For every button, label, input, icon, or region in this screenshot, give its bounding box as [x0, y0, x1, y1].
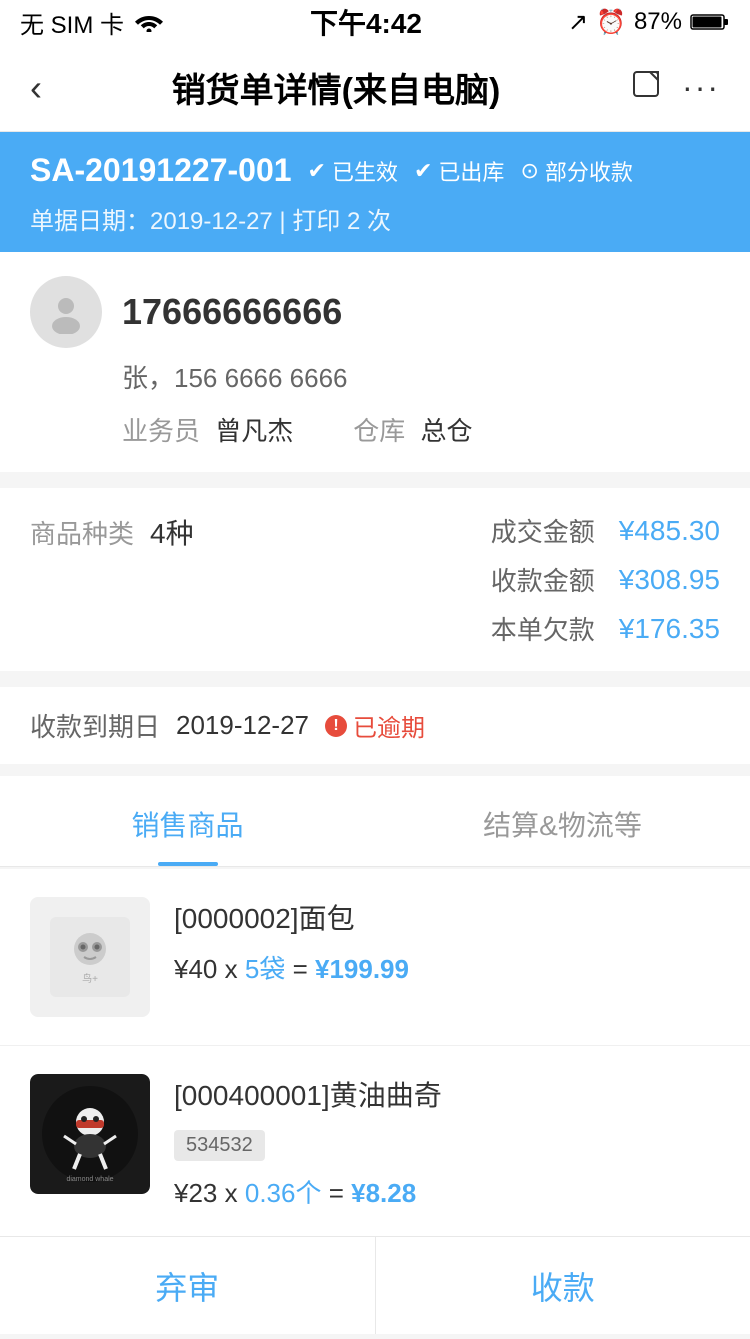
nav-bar: ‹ 销货单详情(来自电脑) ···: [0, 44, 750, 132]
header-date: 单据日期：2019-12-27 | 打印 2 次: [30, 201, 720, 236]
product-price-1: ¥40 x 5袋 = ¥199.99: [174, 949, 720, 986]
tab-settlement[interactable]: 结算&物流等: [375, 776, 750, 866]
nav-right: ···: [630, 68, 720, 108]
nav-left: ‹: [30, 67, 42, 109]
overdue-badge: ! 已逾期: [325, 708, 425, 743]
confirm-button[interactable]: 收款: [376, 1237, 750, 1334]
status-bar: 无 SIM 卡 下午4:42 ↗ ⏰ 87%: [0, 0, 750, 44]
overdue-dot-icon: !: [325, 715, 347, 737]
confirm-label: 收款: [531, 1263, 595, 1309]
due-label: 收款到期日: [30, 707, 160, 744]
order-id: SA-20191227-001: [30, 152, 292, 189]
overdue-text: 已逾期: [353, 708, 425, 743]
customer-section: 17666666666 张，156 6666 6666 业务员 曾凡杰 仓库 总…: [0, 252, 750, 472]
cancel-button[interactable]: 弃审: [0, 1237, 376, 1334]
product-image-1: 鸟+: [30, 897, 150, 1017]
customer-id: 17666666666: [122, 291, 342, 333]
wifi-icon: [134, 12, 164, 32]
debt-value: ¥176.35: [619, 613, 720, 645]
svg-text:鸟+: 鸟+: [82, 972, 98, 985]
tab-sales-products-label: 销售商品: [131, 810, 243, 841]
bottom-bar: 弃审 收款: [0, 1236, 750, 1334]
category-label: 商品种类: [30, 514, 134, 551]
product-multiply-icon: x: [225, 954, 245, 984]
tabs: 销售商品 结算&物流等: [0, 776, 750, 867]
salesperson-field: 业务员 曾凡杰: [122, 411, 293, 448]
nav-title: 销货单详情(来自电脑): [172, 63, 501, 112]
category-count: 4种: [150, 512, 194, 552]
customer-name: 张，156 6666 6666: [122, 358, 720, 395]
badge-shipped-label: 已出库: [438, 155, 504, 187]
summary-section: 商品种类 4种 成交金额 ¥485.30 收款金额 ¥308.95 本单欠款 ¥…: [0, 488, 750, 671]
receipt-value: ¥308.95: [619, 564, 720, 596]
badge-partial: ⊙ 部分收款: [520, 155, 632, 187]
warehouse-value: 总仓: [421, 416, 473, 446]
product-equals-2: =: [329, 1178, 351, 1208]
tab-sales-products[interactable]: 销售商品: [0, 776, 375, 866]
warehouse-label: 仓库: [353, 416, 405, 446]
badge-partial-label: 部分收款: [545, 155, 633, 187]
summary-left: 商品种类 4种: [30, 512, 194, 552]
salesperson-value: 曾凡杰: [215, 416, 293, 446]
product-tag-2: 534532: [174, 1130, 265, 1161]
product-item-2: diamond whale [000400001]黄油曲奇 534532 ¥23…: [0, 1046, 750, 1239]
debt-label: 本单欠款: [491, 610, 595, 647]
product-unit-price-1: ¥40: [174, 954, 217, 984]
alarm-icon: ⏰: [596, 8, 626, 37]
product-image-2: diamond whale: [30, 1074, 150, 1194]
badge-effective-label: 已生效: [332, 155, 398, 187]
product-info-2: [000400001]黄油曲奇 534532 ¥23 x 0.36个 = ¥8.…: [174, 1074, 720, 1210]
signal-text: 无 SIM 卡: [20, 5, 124, 40]
product-name-2: [000400001]黄油曲奇: [174, 1074, 720, 1114]
deal-value: ¥485.30: [619, 515, 720, 547]
badge-effective: ✔ 已生效: [308, 155, 398, 187]
product-qty-1: 5袋: [245, 954, 285, 984]
salesperson-label: 业务员: [122, 416, 200, 446]
deal-label: 成交金额: [491, 512, 595, 549]
tab-section: 销售商品 结算&物流等 鸟+: [0, 768, 750, 1239]
due-date: 2019-12-27: [176, 710, 309, 741]
avatar: [30, 276, 102, 348]
deal-row: 成交金额 ¥485.30: [491, 512, 720, 549]
receipt-label: 收款金额: [491, 561, 595, 598]
status-right: ↗ ⏰ 87%: [568, 8, 730, 37]
battery-text: 87%: [634, 8, 682, 36]
due-section: 收款到期日 2019-12-27 ! 已逾期: [0, 687, 750, 764]
product-total-1: ¥199.99: [315, 954, 409, 984]
receipt-row: 收款金额 ¥308.95: [491, 561, 720, 598]
product-name-1: [0000002]面包: [174, 897, 720, 937]
status-left: 无 SIM 卡: [20, 5, 164, 40]
battery-icon: [690, 12, 730, 32]
product-qty-2: 0.36个: [245, 1178, 322, 1208]
badge-shipped: ✔ 已出库: [414, 155, 504, 187]
product-equals-1: =: [293, 954, 315, 984]
debt-row: 本单欠款 ¥176.35: [491, 610, 720, 647]
status-time: 下午4:42: [310, 2, 422, 42]
back-button[interactable]: ‹: [30, 67, 42, 109]
product-info-1: [0000002]面包 ¥40 x 5袋 = ¥199.99: [174, 897, 720, 986]
product-total-2: ¥8.28: [351, 1178, 416, 1208]
product-price-2: ¥23 x 0.36个 = ¥8.28: [174, 1173, 720, 1210]
tab-settlement-label: 结算&物流等: [483, 810, 642, 841]
product-item: 鸟+ [0000002]面包 ¥40 x 5袋 = ¥199.99: [0, 869, 750, 1046]
more-icon[interactable]: ···: [682, 69, 720, 106]
location-icon: ↗: [568, 8, 588, 37]
share-icon[interactable]: [630, 68, 662, 108]
product-list: 鸟+ [0000002]面包 ¥40 x 5袋 = ¥199.99: [0, 869, 750, 1239]
product-unit-price-2: ¥23: [174, 1178, 217, 1208]
cancel-label: 弃审: [155, 1263, 219, 1309]
svg-text:diamond whale: diamond whale: [66, 1176, 113, 1183]
customer-meta: 业务员 曾凡杰 仓库 总仓: [122, 411, 720, 448]
warehouse-field: 仓库 总仓: [353, 411, 472, 448]
product-multiply-icon-2: x: [225, 1178, 245, 1208]
summary-right: 成交金额 ¥485.30 收款金额 ¥308.95 本单欠款 ¥176.35: [491, 512, 720, 647]
header-banner: SA-20191227-001 ✔ 已生效 ✔ 已出库 ⊙ 部分收款 单据日期：…: [0, 132, 750, 252]
